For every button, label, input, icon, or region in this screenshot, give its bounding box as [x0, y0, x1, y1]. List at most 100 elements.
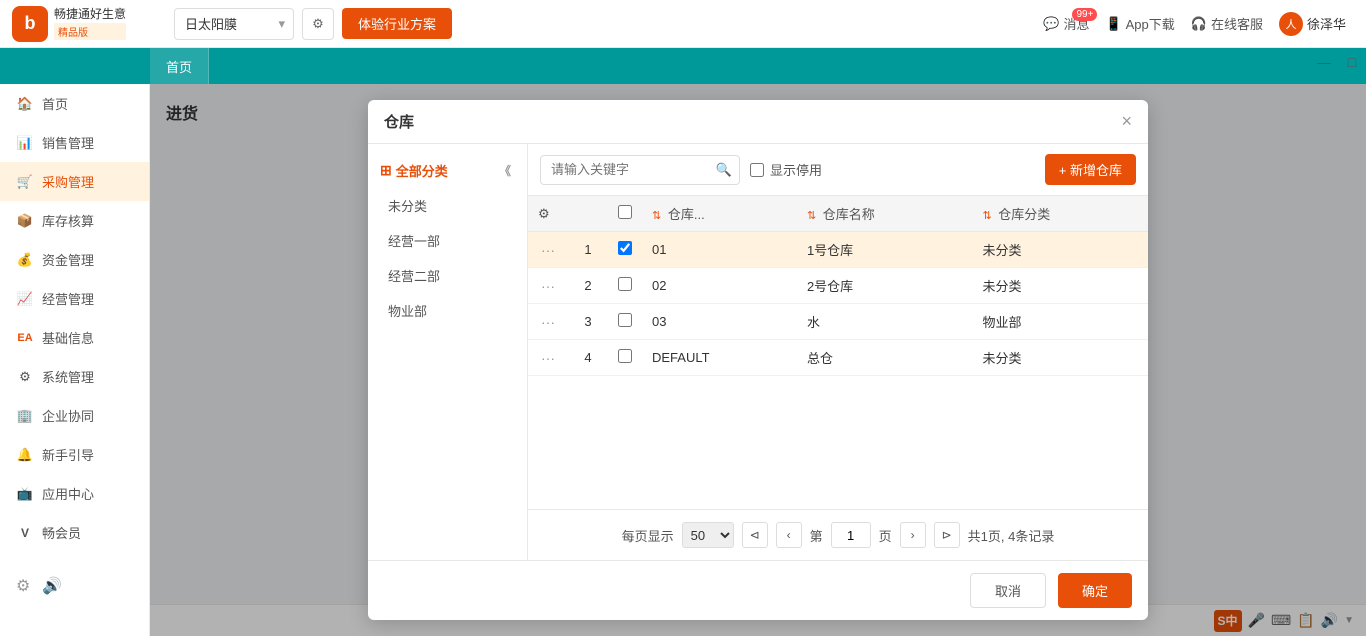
sidebar-item-guide[interactable]: 🔔 新手引导: [0, 435, 149, 474]
app-download-button[interactable]: 📱 App下载: [1105, 14, 1174, 33]
show-disabled-checkbox[interactable]: [750, 163, 764, 177]
search-wrap: 🔍: [540, 155, 740, 185]
nav-tab-home[interactable]: 首页: [150, 48, 209, 84]
gear-icon: ⚙: [538, 206, 550, 221]
page-input[interactable]: [831, 522, 871, 548]
confirm-button[interactable]: 确定: [1058, 573, 1132, 608]
row-checkbox-cell: [608, 304, 642, 340]
row-checkbox[interactable]: [618, 241, 632, 255]
modal-close-button[interactable]: ×: [1121, 111, 1132, 132]
show-disabled-label: 显示停用: [750, 160, 822, 179]
collapse-icon[interactable]: 《: [495, 160, 515, 180]
sidebar-item-app-center[interactable]: 📺 应用中心: [0, 474, 149, 513]
maximize-button[interactable]: □: [1338, 48, 1366, 76]
sort-icon-code: ⇅: [652, 210, 661, 222]
grid-icon: ⊞: [380, 162, 392, 179]
sidebar-item-finance[interactable]: 💰 资金管理: [0, 240, 149, 279]
next-page-button[interactable]: ›: [900, 522, 926, 548]
row-actions: ···: [528, 268, 568, 304]
last-page-button[interactable]: ⊳: [934, 522, 960, 548]
table-row[interactable]: ··· 1 01 1号仓库 未分类: [528, 232, 1148, 268]
cancel-button[interactable]: 取消: [970, 573, 1046, 608]
row-actions: ···: [528, 232, 568, 268]
table-row[interactable]: ··· 2 02 2号仓库 未分类: [528, 268, 1148, 304]
phone-icon: 📱: [1105, 16, 1121, 32]
add-warehouse-button[interactable]: + 新增仓库: [1045, 154, 1136, 185]
row-checkbox[interactable]: [618, 313, 632, 327]
category-panel: ⊞ 全部分类 《 未分类 经营一部 经营二部 物业: [368, 144, 528, 560]
category-item-operations2[interactable]: 经营二部: [368, 258, 527, 293]
th-name: ⇅ 仓库名称: [797, 196, 973, 232]
sidebar: 🏠 首页 📊 销售管理 🛒 采购管理 📦 库存核算 💰 资金管理 📈 经营管理 …: [0, 84, 150, 636]
table-wrapper: ⚙ ⇅ 仓库...: [528, 196, 1148, 509]
page-unit: 页: [879, 526, 892, 545]
basic-info-icon: EA: [16, 329, 34, 347]
th-gear: ⚙: [528, 196, 568, 232]
sidebar-item-operations[interactable]: 📈 经营管理: [0, 279, 149, 318]
row-name: 2号仓库: [797, 268, 973, 304]
sidebar-item-sales[interactable]: 📊 销售管理: [0, 123, 149, 162]
enterprise-icon: 🏢: [16, 407, 34, 425]
user-menu[interactable]: 人 徐泽华: [1279, 12, 1346, 36]
row-code: 01: [642, 232, 797, 268]
operations-icon: 📈: [16, 290, 34, 308]
logo-area: b 畅捷通好生意 精品版: [12, 6, 162, 42]
sidebar-settings-icon[interactable]: ⚙: [16, 576, 30, 596]
th-code: ⇅ 仓库...: [642, 196, 797, 232]
nav-tabs: 首页 — □: [0, 48, 1366, 84]
search-input[interactable]: [540, 155, 740, 185]
row-checkbox-cell: [608, 268, 642, 304]
headset-icon: 🎧: [1191, 16, 1207, 32]
row-checkbox-cell: [608, 340, 642, 376]
category-item-operations1[interactable]: 经营一部: [368, 223, 527, 258]
category-item-property[interactable]: 物业部: [368, 293, 527, 328]
message-button[interactable]: 💬 消息 99+: [1043, 14, 1089, 33]
sidebar-item-member[interactable]: V 畅会员: [0, 513, 149, 552]
top-header: b 畅捷通好生意 精品版 日太阳膜 ▾ ⚙ 体验行业方案 💬 消息 99+ 📱 …: [0, 0, 1366, 48]
row-code: 02: [642, 268, 797, 304]
logo-icon: b: [12, 6, 48, 42]
row-number: 4: [568, 340, 608, 376]
table-row[interactable]: ··· 3 03 水 物业部: [528, 304, 1148, 340]
modal-header: 仓库 ×: [368, 100, 1148, 144]
guide-icon: 🔔: [16, 446, 34, 464]
modal-footer: 取消 确定: [368, 560, 1148, 620]
member-icon: V: [16, 524, 34, 542]
online-service-button[interactable]: 🎧 在线客服: [1191, 14, 1263, 33]
per-page-select[interactable]: 50 100 200: [682, 522, 734, 548]
more-icon[interactable]: ···: [541, 350, 555, 366]
search-icon[interactable]: 🔍: [716, 162, 732, 178]
table-row[interactable]: ··· 4 DEFAULT 总仓 未分类: [528, 340, 1148, 376]
more-icon[interactable]: ···: [541, 314, 555, 330]
more-icon[interactable]: ···: [541, 242, 555, 258]
message-icon: 💬: [1043, 16, 1059, 32]
first-page-button[interactable]: ⊲: [742, 522, 768, 548]
row-checkbox[interactable]: [618, 277, 632, 291]
sidebar-item-system[interactable]: ⚙ 系统管理: [0, 357, 149, 396]
more-icon[interactable]: ···: [541, 278, 555, 294]
all-categories-button[interactable]: ⊞ 全部分类 《: [368, 152, 527, 188]
logo-text-wrap: 畅捷通好生意 精品版: [54, 7, 126, 40]
sidebar-item-home[interactable]: 🏠 首页: [0, 84, 149, 123]
logo-sub: 精品版: [54, 23, 126, 40]
user-avatar: 人: [1279, 12, 1303, 36]
settings-button[interactable]: ⚙: [302, 8, 334, 40]
sidebar-volume-icon[interactable]: 🔊: [42, 576, 62, 596]
sidebar-item-basic-info[interactable]: EA 基础信息: [0, 318, 149, 357]
row-actions: ···: [528, 340, 568, 376]
finance-icon: 💰: [16, 251, 34, 269]
sidebar-item-enterprise[interactable]: 🏢 企业协同: [0, 396, 149, 435]
company-select[interactable]: 日太阳膜 ▾: [174, 8, 294, 40]
category-item-uncategorized[interactable]: 未分类: [368, 188, 527, 223]
table-body: ··· 1 01 1号仓库 未分类 ··· 2 02 2号仓库 未分类 ···: [528, 232, 1148, 376]
select-all-checkbox[interactable]: [618, 205, 632, 219]
sidebar-item-inventory[interactable]: 📦 库存核算: [0, 201, 149, 240]
prev-page-button[interactable]: ‹: [776, 522, 802, 548]
row-checkbox[interactable]: [618, 349, 632, 363]
row-code: 03: [642, 304, 797, 340]
minimize-button[interactable]: —: [1310, 48, 1338, 76]
sort-icon-name: ⇅: [807, 210, 816, 222]
try-industry-button[interactable]: 体验行业方案: [342, 8, 452, 39]
sidebar-item-purchase[interactable]: 🛒 采购管理: [0, 162, 149, 201]
header-center: 日太阳膜 ▾ ⚙ 体验行业方案: [162, 8, 1043, 40]
